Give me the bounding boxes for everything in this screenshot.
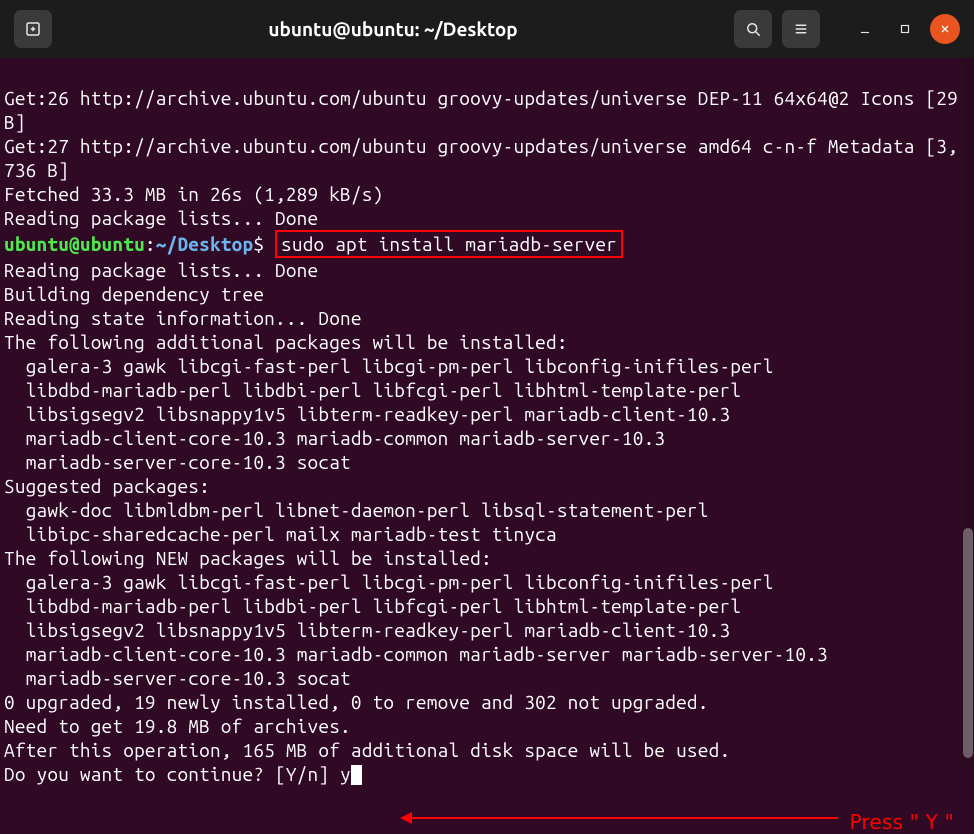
output-line: libipc-sharedcache-perl mailx mariadb-te…	[4, 523, 557, 545]
output-line: Reading package lists... Done	[4, 259, 318, 281]
maximize-icon	[898, 22, 912, 36]
output-line: mariadb-client-core-10.3 mariadb-common …	[4, 643, 828, 665]
output-line: After this operation, 165 MB of addition…	[4, 739, 730, 761]
output-line: Reading state information... Done	[4, 307, 362, 329]
new-tab-button[interactable]	[14, 10, 52, 48]
output-line: 0 upgraded, 19 newly installed, 0 to rem…	[4, 691, 709, 713]
menu-button[interactable]	[782, 10, 820, 48]
annotation-text: Press " Y "	[849, 810, 954, 834]
close-icon	[939, 23, 951, 35]
minimize-icon	[858, 22, 872, 36]
output-line: Do you want to continue? [Y/n] y	[4, 763, 351, 785]
output-line: Fetched 33.3 MB in 26s (1,289 kB/s)	[4, 183, 383, 205]
hamburger-icon	[792, 20, 810, 38]
output-line: gawk-doc libmldbm-perl libnet-daemon-per…	[4, 499, 709, 521]
output-line: libsigsegv2 libsnappy1v5 libterm-readkey…	[4, 403, 730, 425]
output-line: Get:26 http://archive.ubuntu.com/ubuntu …	[4, 87, 969, 133]
output-line: Reading package lists... Done	[4, 207, 318, 229]
output-line: libsigsegv2 libsnappy1v5 libterm-readkey…	[4, 619, 730, 641]
highlighted-command: sudo apt install mariadb-server	[275, 230, 623, 258]
output-line: galera-3 gawk libcgi-fast-perl libcgi-pm…	[4, 355, 774, 377]
output-line: Need to get 19.8 MB of archives.	[4, 715, 351, 737]
close-button[interactable]	[930, 14, 960, 44]
titlebar: ubuntu@ubuntu: ~/Desktop	[0, 0, 974, 58]
output-line: libdbd-mariadb-perl libdbi-perl libfcgi-…	[4, 379, 741, 401]
prompt-path: ~/Desktop	[156, 233, 254, 255]
minimize-button[interactable]	[850, 14, 880, 44]
prompt-dollar: $	[253, 233, 264, 255]
scrollbar[interactable]	[962, 58, 974, 766]
terminal-body[interactable]: Get:26 http://archive.ubuntu.com/ubuntu …	[0, 58, 974, 834]
output-line: The following NEW packages will be insta…	[4, 547, 492, 569]
output-line: Get:27 http://archive.ubuntu.com/ubuntu …	[4, 135, 958, 181]
prompt-sep: :	[145, 233, 156, 255]
output-line: Suggested packages:	[4, 475, 210, 497]
output-line: mariadb-server-core-10.3 socat	[4, 451, 351, 473]
output-line: mariadb-server-core-10.3 socat	[4, 667, 351, 689]
search-icon	[744, 20, 762, 38]
output-line: Building dependency tree	[4, 283, 264, 305]
output-line: The following additional packages will b…	[4, 331, 568, 353]
cursor	[351, 765, 362, 785]
window-title: ubuntu@ubuntu: ~/Desktop	[62, 18, 724, 40]
search-button[interactable]	[734, 10, 772, 48]
arrow-annotation-icon	[398, 806, 848, 830]
output-line: libdbd-mariadb-perl libdbi-perl libfcgi-…	[4, 595, 741, 617]
scrollbar-thumb[interactable]	[963, 528, 973, 758]
output-line: mariadb-client-core-10.3 mariadb-common …	[4, 427, 665, 449]
maximize-button[interactable]	[890, 14, 920, 44]
prompt-user: ubuntu@ubuntu	[4, 233, 145, 255]
output-line: galera-3 gawk libcgi-fast-perl libcgi-pm…	[4, 571, 774, 593]
